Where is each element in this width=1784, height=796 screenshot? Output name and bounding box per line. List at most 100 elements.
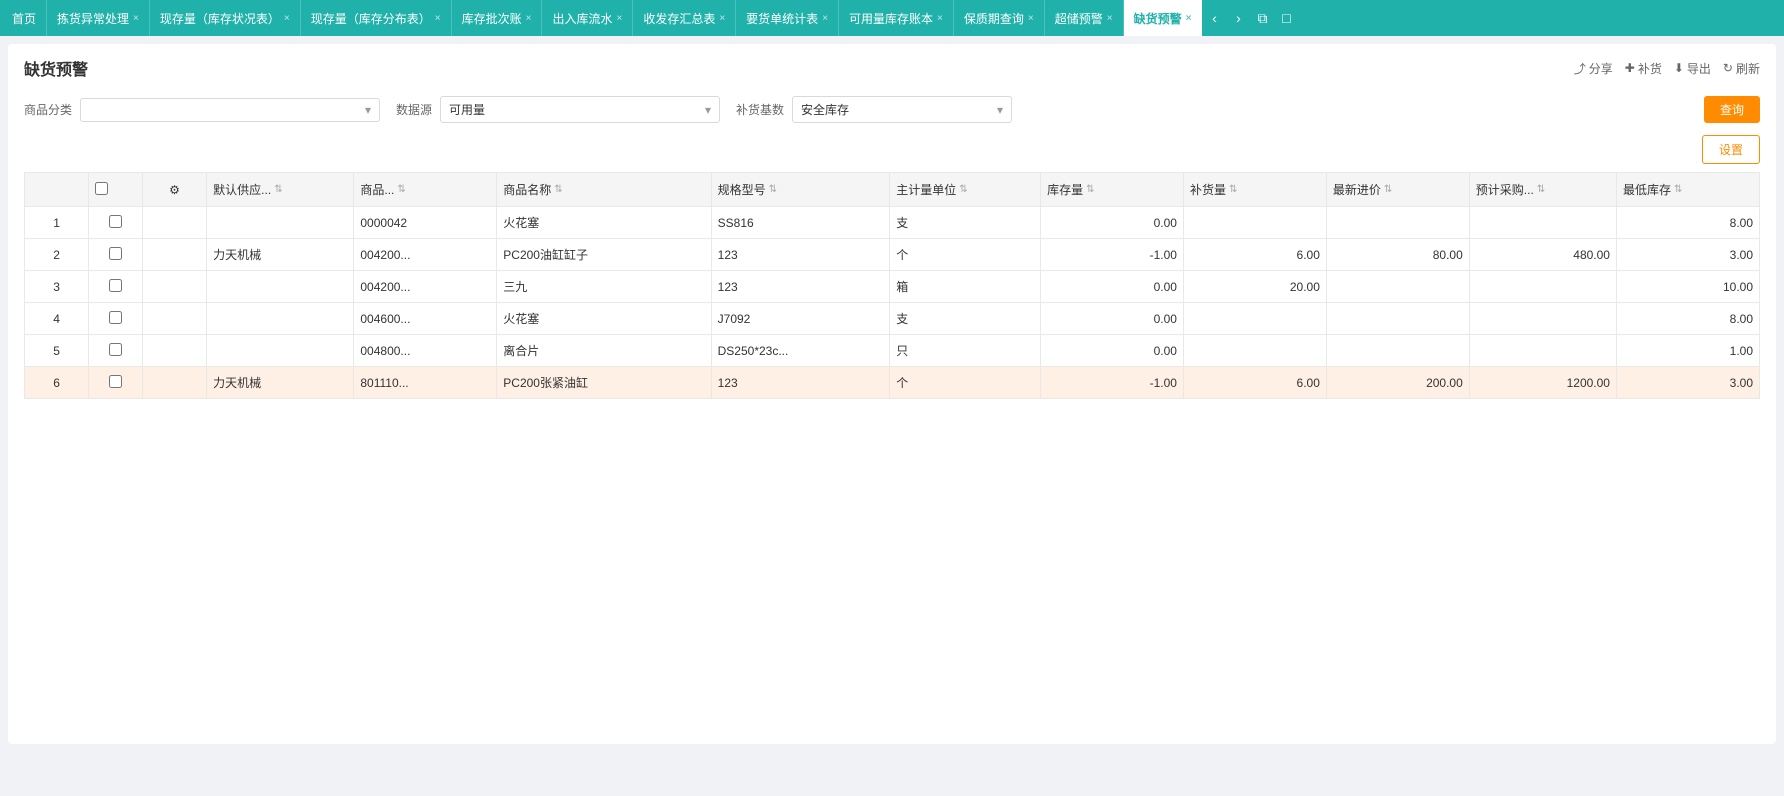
close-icon[interactable]: × bbox=[284, 13, 290, 24]
row-stock: 0.00 bbox=[1041, 303, 1184, 335]
tab-home[interactable]: 首页 bbox=[2, 0, 47, 36]
tab-batch-label: 库存批次账 bbox=[462, 10, 522, 27]
row-settings bbox=[142, 335, 206, 367]
close-icon[interactable]: × bbox=[1107, 13, 1113, 24]
row-checkbox[interactable] bbox=[109, 215, 122, 228]
close-icon[interactable]: × bbox=[616, 13, 622, 24]
row-latest-price bbox=[1326, 271, 1469, 303]
row-min-stock: 8.00 bbox=[1616, 303, 1759, 335]
tab-shortage[interactable]: 缺货预警 × bbox=[1124, 0, 1203, 36]
th-supplier: 默认供应... ⇅ bbox=[207, 173, 354, 207]
tab-recv-send[interactable]: 收发存汇总表 × bbox=[633, 0, 736, 36]
row-unit: 支 bbox=[890, 303, 1041, 335]
row-code: 004600... bbox=[354, 303, 497, 335]
tab-expiry[interactable]: 保质期查询 × bbox=[954, 0, 1045, 36]
category-select[interactable]: ▾ bbox=[80, 98, 380, 122]
tab-requisition[interactable]: 要货单统计表 × bbox=[736, 0, 839, 36]
row-settings bbox=[142, 207, 206, 239]
th-supplier-label: 默认供应... bbox=[213, 181, 271, 198]
row-checkbox[interactable] bbox=[109, 311, 122, 324]
page-header: 缺货预警 ⤴ 分享 ✚ 补货 ⬇ 导出 ↻ 刷新 bbox=[24, 56, 1760, 80]
category-label: 商品分类 bbox=[24, 101, 72, 118]
tab-maximize-btn[interactable]: □ bbox=[1274, 0, 1298, 36]
row-replenish bbox=[1183, 335, 1326, 367]
tab-prev-btn[interactable]: ‹ bbox=[1202, 0, 1226, 36]
row-stock: 0.00 bbox=[1041, 271, 1184, 303]
th-settings: ⚙ bbox=[142, 173, 206, 207]
close-icon[interactable]: × bbox=[1028, 13, 1034, 24]
row-min-stock: 3.00 bbox=[1616, 239, 1759, 271]
th-replenish: 补货量 ⇅ bbox=[1183, 173, 1326, 207]
row-supplier bbox=[207, 335, 354, 367]
refresh-label: 刷新 bbox=[1736, 60, 1760, 77]
th-unit: 主计量单位 ⇅ bbox=[890, 173, 1041, 207]
tab-batch[interactable]: 库存批次账 × bbox=[452, 0, 543, 36]
row-name: 离合片 bbox=[497, 335, 711, 367]
datasource-label: 数据源 bbox=[396, 101, 432, 118]
close-icon[interactable]: × bbox=[133, 13, 139, 24]
th-code: 商品... ⇅ bbox=[354, 173, 497, 207]
row-forecast-purchase bbox=[1469, 207, 1616, 239]
th-price-label: 最新进价 bbox=[1333, 181, 1381, 198]
sort-icon: ⇅ bbox=[1086, 184, 1094, 195]
row-checkbox[interactable] bbox=[109, 279, 122, 292]
category-filter-group: 商品分类 ▾ bbox=[24, 98, 380, 122]
close-icon[interactable]: × bbox=[435, 13, 441, 24]
row-settings bbox=[142, 367, 206, 399]
tab-stock-dist[interactable]: 现存量（库存分布表） × bbox=[301, 0, 452, 36]
select-all-checkbox[interactable] bbox=[95, 182, 108, 195]
query-button[interactable]: 查询 bbox=[1704, 96, 1760, 123]
row-num: 6 bbox=[25, 367, 89, 399]
close-icon[interactable]: × bbox=[1186, 13, 1192, 24]
row-check bbox=[89, 335, 143, 367]
row-name: 火花塞 bbox=[497, 303, 711, 335]
row-num: 5 bbox=[25, 335, 89, 367]
row-replenish bbox=[1183, 207, 1326, 239]
tab-inout[interactable]: 出入库流水 × bbox=[542, 0, 633, 36]
row-min-stock: 8.00 bbox=[1616, 207, 1759, 239]
settings-button[interactable]: 设置 bbox=[1702, 135, 1760, 164]
replenish-base-select[interactable]: 安全库存 ▾ bbox=[792, 96, 1012, 123]
row-check bbox=[89, 303, 143, 335]
row-unit: 只 bbox=[890, 335, 1041, 367]
table-row: 4 004600... 火花塞 J7092 支 0.00 8.00 bbox=[25, 303, 1760, 335]
datasource-select[interactable]: 可用量 ▾ bbox=[440, 96, 720, 123]
close-icon[interactable]: × bbox=[937, 13, 943, 24]
row-spec: J7092 bbox=[711, 303, 890, 335]
share-button[interactable]: ⤴ 分享 bbox=[1574, 60, 1613, 77]
gear-icon[interactable]: ⚙ bbox=[169, 183, 180, 197]
row-checkbox[interactable] bbox=[109, 247, 122, 260]
row-latest-price bbox=[1326, 303, 1469, 335]
row-replenish: 6.00 bbox=[1183, 239, 1326, 271]
row-check bbox=[89, 207, 143, 239]
row-code: 004800... bbox=[354, 335, 497, 367]
tab-home-label: 首页 bbox=[12, 10, 36, 27]
row-stock: -1.00 bbox=[1041, 239, 1184, 271]
row-stock: 0.00 bbox=[1041, 335, 1184, 367]
export-button[interactable]: ⬇ 导出 bbox=[1674, 60, 1711, 77]
row-checkbox[interactable] bbox=[109, 343, 122, 356]
row-check bbox=[89, 239, 143, 271]
tab-next-btn[interactable]: › bbox=[1226, 0, 1250, 36]
tab-shortage-label: 缺货预警 bbox=[1134, 10, 1182, 27]
tab-available[interactable]: 可用量库存账本 × bbox=[839, 0, 954, 36]
th-check bbox=[89, 173, 143, 207]
tab-recv-send-label: 收发存汇总表 bbox=[643, 10, 715, 27]
tab-abnormal[interactable]: 拣货异常处理 × bbox=[47, 0, 150, 36]
close-icon[interactable]: × bbox=[719, 13, 725, 24]
refresh-button[interactable]: ↻ 刷新 bbox=[1723, 60, 1760, 77]
row-forecast-purchase: 480.00 bbox=[1469, 239, 1616, 271]
row-checkbox[interactable] bbox=[109, 375, 122, 388]
tab-overstock[interactable]: 超储预警 × bbox=[1045, 0, 1124, 36]
tab-expiry-label: 保质期查询 bbox=[964, 10, 1024, 27]
close-icon[interactable]: × bbox=[822, 13, 828, 24]
tab-bar: 首页 拣货异常处理 × 现存量（库存状况表） × 现存量（库存分布表） × 库存… bbox=[0, 0, 1784, 36]
chevron-down-icon: ▾ bbox=[705, 103, 711, 117]
tab-window-btn[interactable]: ⧉ bbox=[1250, 0, 1274, 36]
tab-inout-label: 出入库流水 bbox=[552, 10, 612, 27]
replenish-button[interactable]: ✚ 补货 bbox=[1625, 60, 1662, 77]
settings-row: 设置 bbox=[24, 135, 1760, 164]
tab-stock-status[interactable]: 现存量（库存状况表） × bbox=[150, 0, 301, 36]
close-icon[interactable]: × bbox=[526, 13, 532, 24]
th-spec: 规格型号 ⇅ bbox=[711, 173, 890, 207]
